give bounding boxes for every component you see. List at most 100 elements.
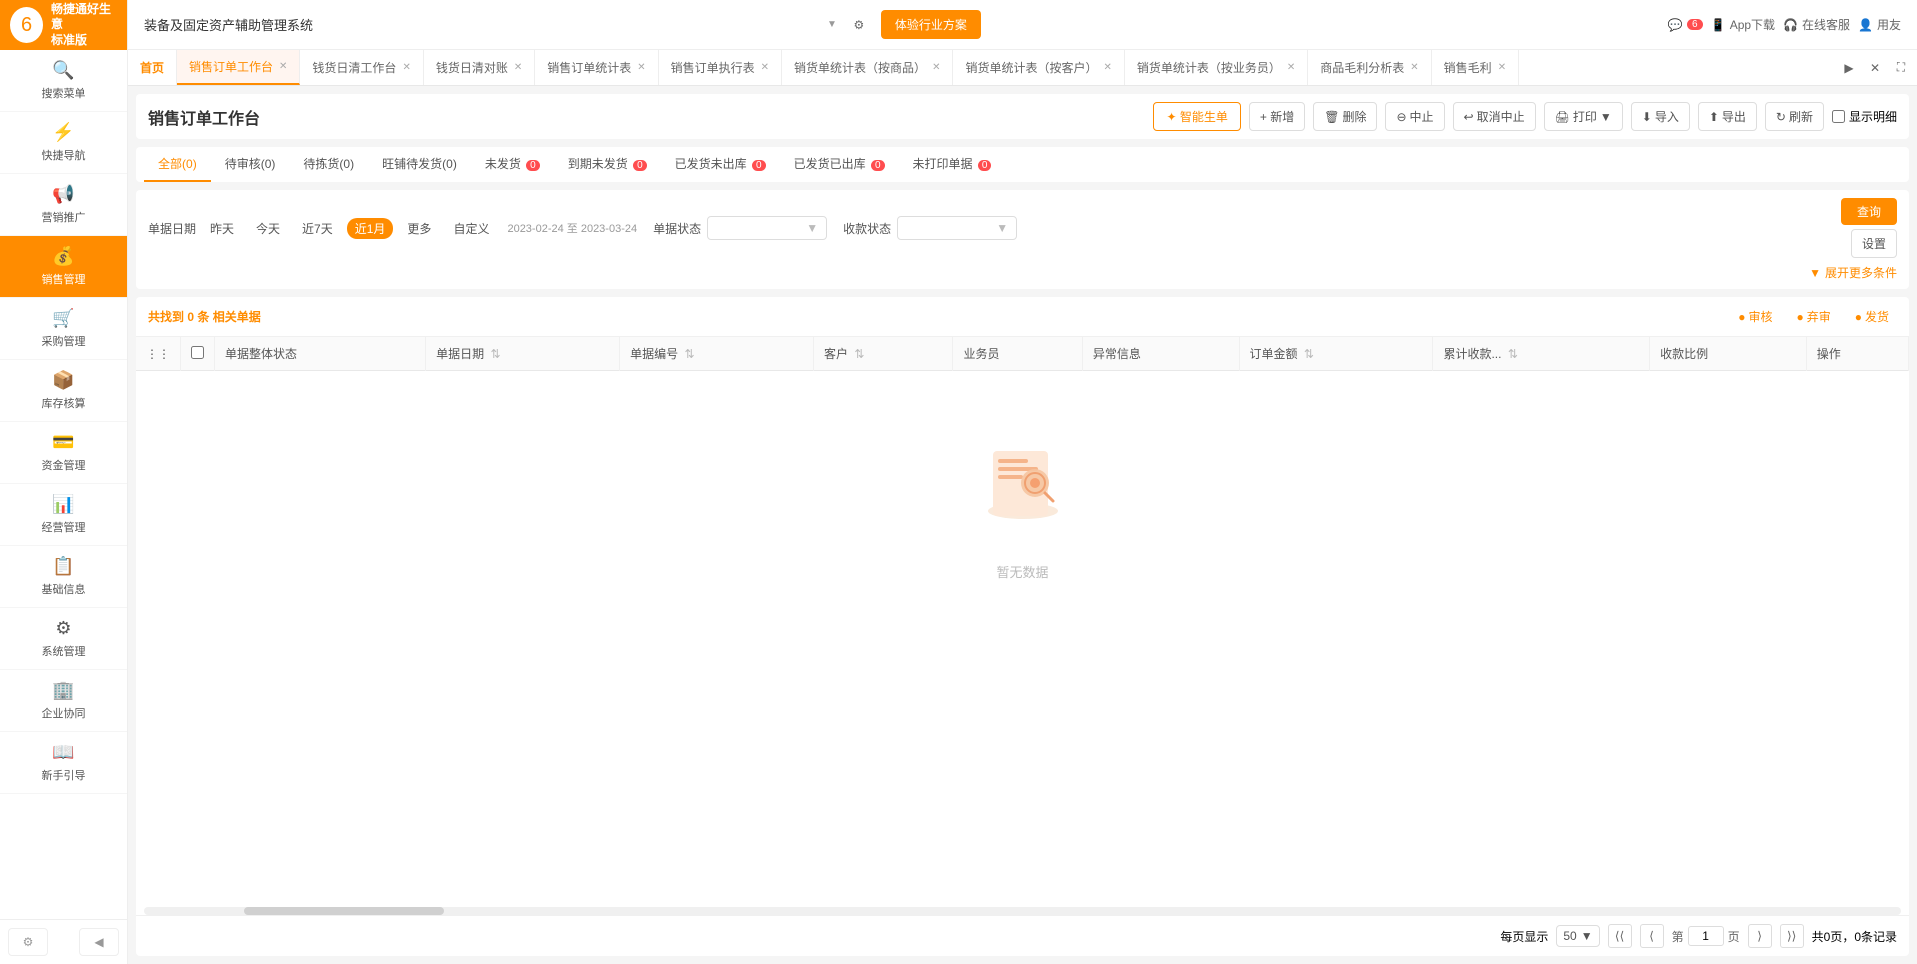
query-button[interactable]: 查询 [1841, 198, 1897, 225]
tab-sales-workbench-close[interactable]: ✕ [279, 61, 287, 72]
amount-col-header[interactable]: 订单金额 ⇅ [1239, 337, 1433, 371]
tab-overflow-button[interactable]: ▶ [1837, 56, 1861, 80]
tab-cash-reconcile-close[interactable]: ✕ [514, 62, 522, 73]
refresh-button[interactable]: ↻ 刷新 [1765, 102, 1824, 131]
sidebar-item-base-info[interactable]: 📋 基础信息 [0, 546, 127, 608]
sub-tab-not-shipped[interactable]: 未发货 0 [471, 147, 554, 182]
expand-conditions-button[interactable]: ▼ 展开更多条件 [1809, 264, 1897, 281]
amount-sort-icon[interactable]: ⇅ [1304, 347, 1314, 361]
ship-button[interactable]: ● 发货 [1847, 305, 1897, 328]
sidebar-item-guide[interactable]: 📖 新手引导 [0, 732, 127, 794]
sidebar-item-operations[interactable]: 📊 经营管理 [0, 484, 127, 546]
tab-maximize-button[interactable]: ⛶ [1889, 56, 1913, 80]
date-yesterday[interactable]: 昨天 [202, 218, 242, 239]
tab-home[interactable]: 首页 [128, 50, 177, 85]
tab-sales-stats-customer[interactable]: 销货单统计表（按客户） ✕ [953, 50, 1124, 85]
date-more[interactable]: 更多 [399, 218, 439, 239]
page-number-input[interactable] [1688, 926, 1724, 946]
print-button[interactable]: 🖨 打印 ▼ [1544, 102, 1623, 131]
sub-tab-overdue-not-shipped[interactable]: 到期未发货 0 [554, 147, 661, 182]
page-last-button[interactable]: ⟩⟩ [1780, 924, 1804, 948]
page-first-button[interactable]: ⟨⟨ [1608, 924, 1632, 948]
select-all-checkbox[interactable] [191, 346, 204, 359]
sidebar-item-search[interactable]: 🔍 搜索菜单 [0, 50, 127, 112]
checkbox-col-header[interactable] [181, 337, 215, 371]
tab-cash-reconcile[interactable]: 钱货日清对账 ✕ [424, 50, 535, 85]
filter-settings-button[interactable]: 设置 [1851, 229, 1897, 258]
page-next-button[interactable]: ⟩ [1748, 924, 1772, 948]
add-button[interactable]: + 新增 [1249, 102, 1305, 131]
message-button[interactable]: 💬 6 [1668, 18, 1703, 32]
page-size-select[interactable]: 50 ▼ [1556, 925, 1599, 947]
sub-tab-shipped-out[interactable]: 已发货已出库 0 [780, 147, 899, 182]
delete-button[interactable]: 🗑 删除 [1313, 102, 1377, 131]
tab-cash-daily-close[interactable]: ✕ [402, 62, 410, 73]
show-detail-checkbox[interactable] [1832, 110, 1845, 123]
tab-product-margin-close[interactable]: ✕ [1410, 62, 1418, 73]
tab-cash-daily[interactable]: 钱货日清工作台 ✕ [300, 50, 423, 85]
sidebar-item-sales[interactable]: 💰 销售管理 [0, 236, 127, 298]
collected-sort-icon[interactable]: ⇅ [1508, 347, 1518, 361]
tab-sales-stats-table[interactable]: 销售订单统计表 ✕ [535, 50, 658, 85]
sub-tab-all[interactable]: 全部(0) [144, 147, 211, 182]
customer-col-header[interactable]: 客户 ⇅ [814, 337, 953, 371]
number-col-header[interactable]: 单据编号 ⇅ [620, 337, 814, 371]
tab-sales-stats-product[interactable]: 销货单统计表（按商品） ✕ [782, 50, 953, 85]
date-sort-icon[interactable]: ⇅ [491, 347, 501, 361]
tab-sales-stats-salesperson[interactable]: 销货单统计表（按业务员） ✕ [1125, 50, 1308, 85]
scrollbar-thumb[interactable] [244, 907, 444, 915]
collected-col-header[interactable]: 累计收款... ⇅ [1433, 337, 1650, 371]
number-sort-icon[interactable]: ⇅ [684, 347, 694, 361]
topbar-settings-icon[interactable]: ⚙ [845, 11, 873, 39]
export-button[interactable]: ⬆ 导出 [1698, 102, 1757, 131]
tab-sales-stats-table-close[interactable]: ✕ [637, 62, 645, 73]
sidebar-item-inventory[interactable]: 📦 库存核算 [0, 360, 127, 422]
unreview-button[interactable]: ● 弃审 [1788, 305, 1838, 328]
salesperson-col-header[interactable]: 业务员 [953, 337, 1082, 371]
sub-tab-not-printed[interactable]: 未打印单据 0 [899, 147, 1006, 182]
sub-tab-pending-inspect[interactable]: 待拣货(0) [289, 147, 368, 182]
tab-product-margin[interactable]: 商品毛利分析表 ✕ [1308, 50, 1431, 85]
sub-tab-wangpu-pending[interactable]: 旺铺待发货(0) [368, 147, 471, 182]
industry-solution-button[interactable]: 体验行业方案 [881, 10, 981, 39]
sidebar-item-marketing[interactable]: 📢 营销推广 [0, 174, 127, 236]
date-custom[interactable]: 自定义 [445, 218, 497, 239]
tab-sales-stats-customer-close[interactable]: ✕ [1103, 62, 1111, 73]
user-menu-button[interactable]: 👤 用友 [1858, 16, 1901, 33]
tab-sales-workbench[interactable]: 销售订单工作台 ✕ [177, 50, 300, 85]
page-prev-button[interactable]: ⟨ [1640, 924, 1664, 948]
suspend-button[interactable]: ⊖ 中止 [1385, 102, 1444, 131]
smart-create-button[interactable]: ✦ 智能生单 [1153, 102, 1240, 131]
sub-tab-pending-review[interactable]: 待审核(0) [211, 147, 290, 182]
status-select[interactable]: ▼ [707, 216, 827, 240]
online-service-button[interactable]: 🎧 在线客服 [1783, 16, 1850, 33]
abnormal-col-header[interactable]: 异常信息 [1082, 337, 1239, 371]
sidebar-item-quick-nav[interactable]: ⚡ 快捷导航 [0, 112, 127, 174]
collapse-button[interactable]: ◀ [79, 928, 119, 956]
horizontal-scrollbar[interactable] [144, 907, 1901, 915]
settings-button[interactable]: ⚙ [8, 928, 48, 956]
status-col-header[interactable]: 单据整体状态 [215, 337, 426, 371]
sidebar-item-system[interactable]: ⚙ 系统管理 [0, 608, 127, 670]
tab-sales-margin[interactable]: 销售毛利 ✕ [1432, 50, 1519, 85]
date-col-header[interactable]: 单据日期 ⇅ [426, 337, 620, 371]
tab-sales-order-exec-close[interactable]: ✕ [761, 62, 769, 73]
show-detail-checkbox-label[interactable]: 显示明细 [1832, 108, 1897, 125]
sidebar-item-finance[interactable]: 💳 资金管理 [0, 422, 127, 484]
sidebar-item-enterprise[interactable]: 🏢 企业协同 [0, 670, 127, 732]
date-today[interactable]: 今天 [248, 218, 288, 239]
tab-sales-margin-close[interactable]: ✕ [1498, 62, 1506, 73]
customer-sort-icon[interactable]: ⇅ [854, 347, 864, 361]
cancel-suspend-button[interactable]: ↩ 取消中止 [1453, 102, 1536, 131]
sub-tab-shipped-not-out[interactable]: 已发货未出库 0 [661, 147, 780, 182]
date-7days[interactable]: 近7天 [294, 218, 341, 239]
system-dropdown-arrow[interactable]: ▼ [827, 19, 837, 30]
tab-sales-order-exec[interactable]: 销售订单执行表 ✕ [659, 50, 782, 85]
app-download-button[interactable]: 📱 App下载 [1711, 16, 1775, 33]
review-button[interactable]: ● 审核 [1730, 305, 1780, 328]
import-button[interactable]: ⬇ 导入 [1631, 102, 1690, 131]
tab-sales-stats-salesperson-close[interactable]: ✕ [1287, 62, 1295, 73]
tab-sales-stats-product-close[interactable]: ✕ [932, 62, 940, 73]
payment-select[interactable]: ▼ [897, 216, 1017, 240]
print-dropdown-arrow[interactable]: ▼ [1600, 110, 1612, 124]
